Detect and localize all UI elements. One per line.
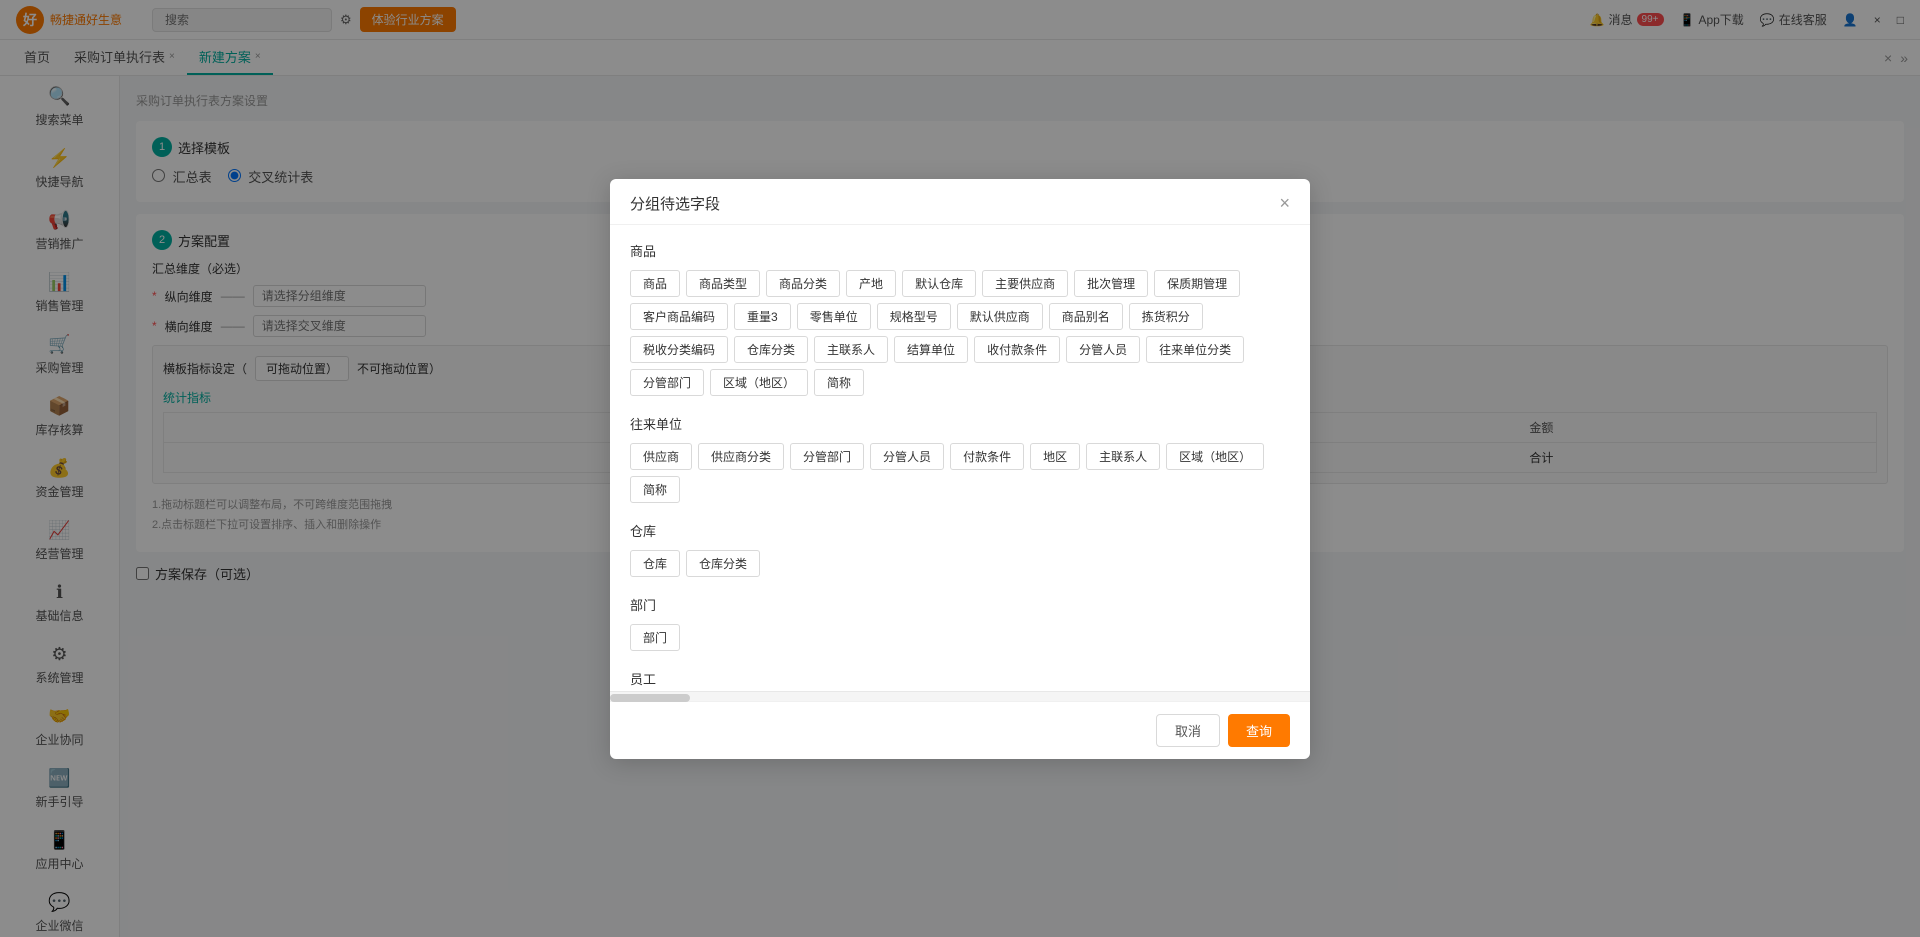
section-partner-tags: 供应商 供应商分类 分管部门 分管人员 付款条件 地区 主联系人 区域（地区） … [630, 443, 1290, 503]
field-tag[interactable]: 付款条件 [950, 443, 1024, 470]
section-goods-tags: 商品 商品类型 商品分类 产地 默认仓库 主要供应商 批次管理 保质期管理 客户… [630, 270, 1290, 396]
field-tag[interactable]: 商品类型 [686, 270, 760, 297]
field-tag[interactable]: 批次管理 [1074, 270, 1148, 297]
modal-confirm-btn[interactable]: 查询 [1228, 714, 1290, 747]
modal-cancel-btn[interactable]: 取消 [1156, 714, 1220, 747]
field-tag[interactable]: 税收分类编码 [630, 336, 728, 363]
field-tag[interactable]: 分管部门 [630, 369, 704, 396]
modal: 分组待选字段 × 商品 商品 商品类型 商品分类 产地 默认仓库 主要供应商 批… [610, 179, 1310, 759]
field-tag[interactable]: 商品分类 [766, 270, 840, 297]
field-tag[interactable]: 客户商品编码 [630, 303, 728, 330]
field-tag[interactable]: 往来单位分类 [1146, 336, 1244, 363]
field-tag[interactable]: 零售单位 [797, 303, 871, 330]
field-tag[interactable]: 结算单位 [894, 336, 968, 363]
modal-footer: 取消 查询 [610, 701, 1310, 759]
field-tag[interactable]: 商品 [630, 270, 680, 297]
modal-overlay: 分组待选字段 × 商品 商品 商品类型 商品分类 产地 默认仓库 主要供应商 批… [0, 0, 1920, 937]
field-tag[interactable]: 分管人员 [870, 443, 944, 470]
field-tag[interactable]: 规格型号 [877, 303, 951, 330]
modal-body: 商品 商品 商品类型 商品分类 产地 默认仓库 主要供应商 批次管理 保质期管理… [610, 225, 1310, 692]
field-tag[interactable]: 商品别名 [1049, 303, 1123, 330]
modal-close-btn[interactable]: × [1279, 193, 1290, 214]
field-tag[interactable]: 收付款条件 [974, 336, 1060, 363]
field-tag[interactable]: 主联系人 [814, 336, 888, 363]
field-tag[interactable]: 区域（地区） [1166, 443, 1264, 470]
field-tag[interactable]: 产地 [846, 270, 896, 297]
section-employee: 员工 业务员 [630, 669, 1290, 692]
section-goods-title: 商品 [630, 241, 1290, 260]
section-warehouse-title: 仓库 [630, 521, 1290, 540]
field-tag[interactable]: 区域（地区） [710, 369, 808, 396]
section-dept-tags: 部门 [630, 624, 1290, 651]
field-tag[interactable]: 仓库分类 [734, 336, 808, 363]
field-tag[interactable]: 仓库 [630, 550, 680, 577]
field-tag[interactable]: 拣货积分 [1129, 303, 1203, 330]
field-tag[interactable]: 地区 [1030, 443, 1080, 470]
field-tag[interactable]: 供应商 [630, 443, 692, 470]
field-tag[interactable]: 保质期管理 [1154, 270, 1240, 297]
field-tag[interactable]: 仓库分类 [686, 550, 760, 577]
section-dept-title: 部门 [630, 595, 1290, 614]
field-tag[interactable]: 供应商分类 [698, 443, 784, 470]
section-dept: 部门 部门 [630, 595, 1290, 651]
field-tag[interactable]: 分管人员 [1066, 336, 1140, 363]
field-tag[interactable]: 简称 [814, 369, 864, 396]
field-tag[interactable]: 主联系人 [1086, 443, 1160, 470]
section-partner-title: 往来单位 [630, 414, 1290, 433]
field-tag[interactable]: 默认供应商 [957, 303, 1043, 330]
field-tag[interactable]: 分管部门 [790, 443, 864, 470]
field-tag[interactable]: 重量3 [734, 303, 791, 330]
section-warehouse: 仓库 仓库 仓库分类 [630, 521, 1290, 577]
field-tag[interactable]: 简称 [630, 476, 680, 503]
section-warehouse-tags: 仓库 仓库分类 [630, 550, 1290, 577]
modal-hscrollbar[interactable] [610, 691, 1310, 700]
field-tag[interactable]: 部门 [630, 624, 680, 651]
field-tag[interactable]: 默认仓库 [902, 270, 976, 297]
field-tag[interactable]: 主要供应商 [982, 270, 1068, 297]
section-employee-title: 员工 [630, 669, 1290, 688]
section-goods: 商品 商品 商品类型 商品分类 产地 默认仓库 主要供应商 批次管理 保质期管理… [630, 241, 1290, 396]
section-partner: 往来单位 供应商 供应商分类 分管部门 分管人员 付款条件 地区 主联系人 区域… [630, 414, 1290, 503]
modal-header: 分组待选字段 × [610, 179, 1310, 225]
modal-hscroll-thumb[interactable] [610, 694, 690, 702]
modal-title: 分组待选字段 [630, 193, 720, 214]
